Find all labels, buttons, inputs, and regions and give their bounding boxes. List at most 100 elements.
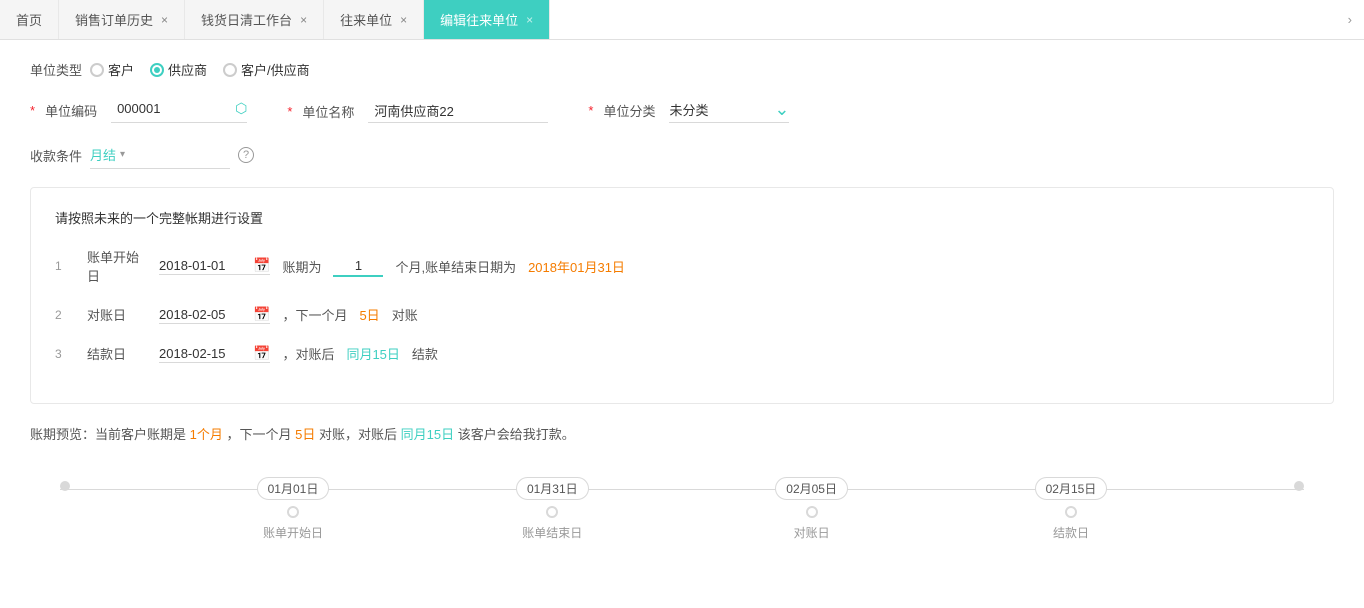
start-date-type: 账单开始日 [87,247,147,285]
timeline-right-endpoint [1294,481,1304,541]
payment-help-icon[interactable]: ? [238,147,254,163]
node-label-3: 结款日 [1053,524,1089,541]
payment-date-input-wrap: 📅 [159,345,270,363]
reconcile-date-input-wrap: 📅 [159,306,270,324]
unit-type-label: 单位类型 [30,60,82,79]
preview-text: 账期预览：当前客户账期是 1个月 ，下一个月 5日 对账，对账后 同月15日 该… [30,424,1334,443]
timeline-node-1: 01月31日 账单结束日 [516,477,589,541]
timeline-node-0: 01月01日 账单开始日 [257,477,330,541]
tab-sales-history[interactable]: 销售订单历史 × [59,0,185,39]
code-copy-icon[interactable]: ⬡ [235,100,247,117]
preview-part3: 同月15日 [401,427,454,442]
payment-desc-prefix: ，对账后 [282,344,334,363]
code-field-wrap: * 单位编码 ⬡ [30,97,247,123]
tab-cash-ledger-label: 钱货日清工作台 [201,10,292,29]
category-value: 未分类 [669,100,774,119]
reconcile-date-cal-icon[interactable]: 📅 [253,306,270,323]
start-row-date-highlight: 2018年01月31日 [528,257,625,276]
row-num-1: 1 [55,259,75,273]
preview-middle1: ，下一个月 [227,427,292,442]
main-content: 单位类型 客户 供应商 客户/供应商 * 单位编码 ⬡ [0,40,1364,608]
preview-middle2: 对账，对账后 [319,427,397,442]
name-required-star: * [287,104,292,119]
radio-both-label: 客户/供应商 [241,60,310,79]
reconcile-date-row: 2 对账日 📅 ，下一个月 5日 对账 [55,305,1309,324]
node-date-1: 01月31日 [516,477,589,500]
radio-customer-circle [90,63,104,77]
node-circle-2 [806,506,818,518]
timeline-left-endpoint [60,481,70,541]
radio-supplier[interactable]: 供应商 [150,60,207,79]
start-row-desc-prefix: 账期为 [282,257,321,276]
node-date-3: 02月15日 [1035,477,1108,500]
month-input[interactable] [333,256,383,277]
tab-edit-partner[interactable]: 编辑往来单位 × [424,0,550,39]
reconcile-date-part: 5日 [359,305,379,324]
tab-edit-partner-close[interactable]: × [526,13,533,27]
category-field-wrap: * 单位分类 未分类 ⌄ [588,97,789,123]
category-required-star: * [588,103,593,118]
unit-type-row: 单位类型 客户 供应商 客户/供应商 [30,60,1334,79]
category-select[interactable]: 未分类 ⌄ [669,97,789,123]
payment-desc-suffix: 结款 [412,344,438,363]
node-circle-0 [287,506,299,518]
code-label: 单位编码 [45,101,97,120]
reconcile-desc-prefix: ，下一个月 [282,305,347,324]
radio-supplier-label: 供应商 [168,60,207,79]
name-field-wrap: * 单位名称 [287,99,548,123]
period-settings-section: 请按照未来的一个完整帐期进行设置 1 账单开始日 📅 账期为 个月,账单结束日期… [30,187,1334,404]
timeline-nodes: 01月01日 账单开始日 01月31日 账单结束日 02月05日 [60,477,1304,541]
reconcile-date-input[interactable] [159,307,249,322]
payment-date-part: 同月15日 [346,344,399,363]
payment-label: 收款条件 [30,146,82,165]
payment-date-cal-icon[interactable]: 📅 [253,345,270,362]
left-endpoint-circle [60,481,70,491]
payment-value: 月结 [90,145,116,164]
reconcile-date-type: 对账日 [87,305,147,324]
node-circle-1 [546,506,558,518]
start-date-input[interactable] [159,258,249,273]
radio-supplier-circle [150,63,164,77]
code-input[interactable] [111,97,231,120]
category-arrow-icon: ⌄ [774,99,789,120]
name-input[interactable] [368,99,548,123]
start-date-row: 1 账单开始日 📅 账期为 个月,账单结束日期为 2018年01月31日 [55,247,1309,285]
node-date-0: 01月01日 [257,477,330,500]
tab-more-btn[interactable]: › [1336,0,1364,39]
start-date-cal-icon[interactable]: 📅 [253,257,270,274]
preview-section: 账期预览：当前客户账期是 1个月 ，下一个月 5日 对账，对账后 同月15日 该… [30,424,1334,551]
tab-partner-units[interactable]: 往来单位 × [324,0,424,39]
tab-home-label: 首页 [16,10,42,29]
row-num-3: 3 [55,347,75,361]
code-input-wrap: ⬡ [111,97,247,123]
payment-date-input[interactable] [159,346,249,361]
category-label: 单位分类 [603,101,655,120]
node-date-2: 02月05日 [775,477,848,500]
payment-date-type: 结款日 [87,344,147,363]
tab-cash-ledger-close[interactable]: × [300,13,307,27]
radio-customer-label: 客户 [108,60,134,79]
timeline-node-2: 02月05日 对账日 [775,477,848,541]
start-date-input-wrap: 📅 [159,257,270,275]
row-num-2: 2 [55,308,75,322]
tab-edit-partner-label: 编辑往来单位 [440,10,518,29]
payment-date-row: 3 结款日 📅 ，对账后 同月15日 结款 [55,344,1309,363]
tab-partner-units-close[interactable]: × [400,13,407,27]
node-label-1: 账单结束日 [522,524,582,541]
code-required-star: * [30,103,35,118]
reconcile-desc-suffix: 对账 [392,305,418,324]
section-instruction: 请按照未来的一个完整帐期进行设置 [55,208,1309,227]
tab-sales-history-close[interactable]: × [161,13,168,27]
tab-home[interactable]: 首页 [0,0,59,39]
node-circle-3 [1065,506,1077,518]
radio-both-circle [223,63,237,77]
timeline-node-3: 02月15日 结款日 [1035,477,1108,541]
preview-end: 该客户会给我打款。 [458,427,575,442]
radio-customer[interactable]: 客户 [90,60,134,79]
radio-both[interactable]: 客户/供应商 [223,60,310,79]
tab-sales-history-label: 销售订单历史 [75,10,153,29]
right-endpoint-circle [1294,481,1304,491]
preview-part1: 1个月 [190,427,223,442]
payment-select[interactable]: 月结 ▾ [90,141,230,169]
tab-cash-ledger[interactable]: 钱货日清工作台 × [185,0,324,39]
